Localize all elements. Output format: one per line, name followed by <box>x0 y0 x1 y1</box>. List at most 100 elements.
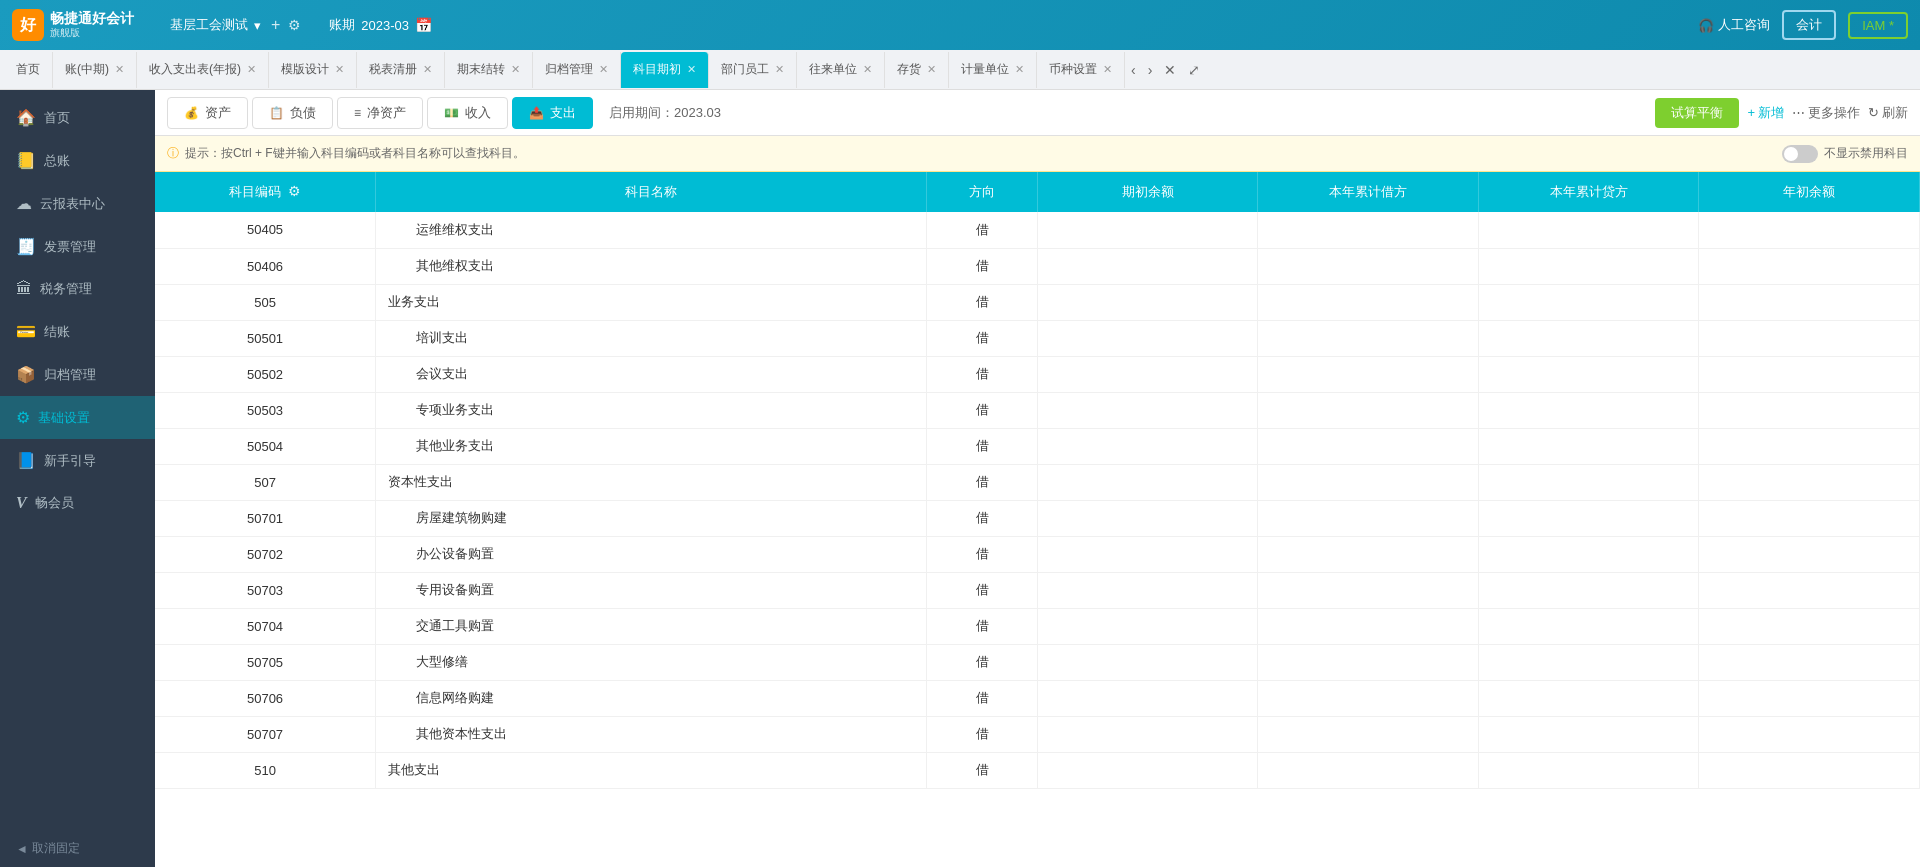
tab-period-end-close[interactable]: ✕ <box>511 63 520 76</box>
cell-name: 专用设备购置 <box>376 572 927 608</box>
tab-inventory[interactable]: 存货 ✕ <box>885 52 949 88</box>
table-container[interactable]: 科目编码 ⚙ 科目名称 方向 期初余额 本年累计借方 本年累计贷方 年初余额 5… <box>155 172 1920 867</box>
cell-name: 专项业务支出 <box>376 392 927 428</box>
sidebar-item-settings[interactable]: ⚙ 基础设置 <box>0 396 155 439</box>
tab-unit-close[interactable]: ✕ <box>1015 63 1024 76</box>
cell-qi <box>1037 680 1258 716</box>
sub-tab-equity[interactable]: ≡ 净资产 <box>337 97 423 129</box>
table-row[interactable]: 50405 运维维权支出 借 <box>155 212 1920 248</box>
cell-dir: 借 <box>927 572 1037 608</box>
sidebar-home-label: 首页 <box>44 109 70 127</box>
tab-dept[interactable]: 部门员工 ✕ <box>709 52 797 88</box>
cell-nian <box>1699 212 1920 248</box>
tab-currency[interactable]: 币种设置 ✕ <box>1037 52 1125 88</box>
tab-partner-close[interactable]: ✕ <box>863 63 872 76</box>
sidebar-item-guide[interactable]: 📘 新手引导 <box>0 439 155 482</box>
tab-period-end[interactable]: 期末结转 ✕ <box>445 52 533 88</box>
sidebar-item-tax[interactable]: 🏛 税务管理 <box>0 268 155 310</box>
cell-qi <box>1037 284 1258 320</box>
sidebar-pin-toggle[interactable]: ◄ 取消固定 <box>0 830 155 867</box>
more-ops-button[interactable]: ⋯ 更多操作 <box>1792 104 1860 122</box>
account-button[interactable]: 会计 <box>1782 10 1836 40</box>
sub-tab-income[interactable]: 💵 收入 <box>427 97 508 129</box>
table-row[interactable]: 50705 大型修缮 借 <box>155 644 1920 680</box>
tab-home-label: 首页 <box>16 61 40 78</box>
add-icon: + <box>1747 105 1755 120</box>
add-button[interactable]: + 新增 <box>1747 104 1784 122</box>
tab-dept-close[interactable]: ✕ <box>775 63 784 76</box>
iam-label: IAM * <box>1862 18 1894 33</box>
tab-income-close[interactable]: ✕ <box>247 63 256 76</box>
table-row[interactable]: 510 其他支出 借 <box>155 752 1920 788</box>
tab-period[interactable]: 账(中期) ✕ <box>53 52 137 88</box>
consult-button[interactable]: 🎧 人工咨询 <box>1698 16 1770 34</box>
tab-template-close[interactable]: ✕ <box>335 63 344 76</box>
table-row[interactable]: 50701 房屋建筑物购建 借 <box>155 500 1920 536</box>
tab-template[interactable]: 模版设计 ✕ <box>269 52 357 88</box>
table-row[interactable]: 50704 交通工具购置 借 <box>155 608 1920 644</box>
more-label: 更多操作 <box>1808 104 1860 122</box>
table-row[interactable]: 507 资本性支出 借 <box>155 464 1920 500</box>
tab-expand[interactable]: ⤢ <box>1182 58 1206 82</box>
calendar-icon[interactable]: 📅 <box>415 17 432 33</box>
refresh-button[interactable]: ↻ 刷新 <box>1868 104 1908 122</box>
table-row[interactable]: 50502 会议支出 借 <box>155 356 1920 392</box>
tab-currency-close[interactable]: ✕ <box>1103 63 1112 76</box>
tab-home[interactable]: 首页 <box>4 52 53 88</box>
tab-subject-init[interactable]: 科目期初 ✕ <box>621 52 709 88</box>
settings-icon[interactable]: ⚙ <box>288 17 301 33</box>
cell-qi <box>1037 356 1258 392</box>
tab-tax-close[interactable]: ✕ <box>423 63 432 76</box>
content-area: 💰 资产 📋 负债 ≡ 净资产 💵 收入 📤 支出 启用期间：2023.03 试 <box>155 90 1920 867</box>
sidebar-item-ledger[interactable]: 📒 总账 <box>0 139 155 182</box>
tab-partner[interactable]: 往来单位 ✕ <box>797 52 885 88</box>
tab-archive-label: 归档管理 <box>545 61 593 78</box>
table-row[interactable]: 50504 其他业务支出 借 <box>155 428 1920 464</box>
sidebar-item-home[interactable]: 🏠 首页 <box>0 96 155 139</box>
sub-tab-liabilities[interactable]: 📋 负债 <box>252 97 333 129</box>
table-row[interactable]: 50406 其他维权支出 借 <box>155 248 1920 284</box>
sidebar-item-checkout[interactable]: 💳 结账 <box>0 310 155 353</box>
tab-inventory-close[interactable]: ✕ <box>927 63 936 76</box>
iam-button[interactable]: IAM * <box>1848 12 1908 39</box>
calc-balance-button[interactable]: 试算平衡 <box>1655 98 1739 128</box>
sidebar-item-cloud[interactable]: ☁ 云报表中心 <box>0 182 155 225</box>
cell-name: 其他维权支出 <box>376 248 927 284</box>
sub-tab-assets[interactable]: 💰 资产 <box>167 97 248 129</box>
tab-scroll-left[interactable]: ‹ <box>1125 58 1142 82</box>
tab-archive-close[interactable]: ✕ <box>599 63 608 76</box>
hint-text-area: ⓘ 提示：按Ctrl + F键并输入科目编码或者科目名称可以查找科目。 <box>167 145 525 162</box>
table-row[interactable]: 50706 信息网络购建 借 <box>155 680 1920 716</box>
assets-icon: 💰 <box>184 106 199 120</box>
tab-archive[interactable]: 归档管理 ✕ <box>533 52 621 88</box>
sidebar-item-vip[interactable]: V 畅会员 <box>0 482 155 524</box>
tab-income-report[interactable]: 收入支出表(年报) ✕ <box>137 52 269 88</box>
tab-tax[interactable]: 税表清册 ✕ <box>357 52 445 88</box>
table-row[interactable]: 50501 培训支出 借 <box>155 320 1920 356</box>
switch-track[interactable] <box>1782 145 1818 163</box>
table-row[interactable]: 50503 专项业务支出 借 <box>155 392 1920 428</box>
cell-name: 其他资本性支出 <box>376 716 927 752</box>
sidebar-item-archive[interactable]: 📦 归档管理 <box>0 353 155 396</box>
table-row[interactable]: 50707 其他资本性支出 借 <box>155 716 1920 752</box>
sidebar-item-invoice[interactable]: 🧾 发票管理 <box>0 225 155 268</box>
cell-nian <box>1699 680 1920 716</box>
column-settings-button[interactable]: ⚙ <box>288 183 301 199</box>
tab-subject-close[interactable]: ✕ <box>687 63 696 76</box>
tab-close-all[interactable]: ✕ <box>1158 58 1182 82</box>
cell-nian <box>1699 320 1920 356</box>
cell-qi <box>1037 572 1258 608</box>
disable-toggle[interactable]: 不显示禁用科目 <box>1782 145 1908 163</box>
cell-dir: 借 <box>927 356 1037 392</box>
tab-unit[interactable]: 计量单位 ✕ <box>949 52 1037 88</box>
add-project-icon[interactable]: + <box>271 16 280 34</box>
table-row[interactable]: 50703 专用设备购置 借 <box>155 572 1920 608</box>
project-selector[interactable]: 基层工会测试 ▾ + ⚙ <box>162 12 309 38</box>
sub-tab-expenditure[interactable]: 📤 支出 <box>512 97 593 129</box>
table-row[interactable]: 50702 办公设备购置 借 <box>155 536 1920 572</box>
cell-dir: 借 <box>927 536 1037 572</box>
cell-jie <box>1258 536 1479 572</box>
table-row[interactable]: 505 业务支出 借 <box>155 284 1920 320</box>
tab-period-close[interactable]: ✕ <box>115 63 124 76</box>
tab-scroll-right[interactable]: › <box>1142 58 1159 82</box>
